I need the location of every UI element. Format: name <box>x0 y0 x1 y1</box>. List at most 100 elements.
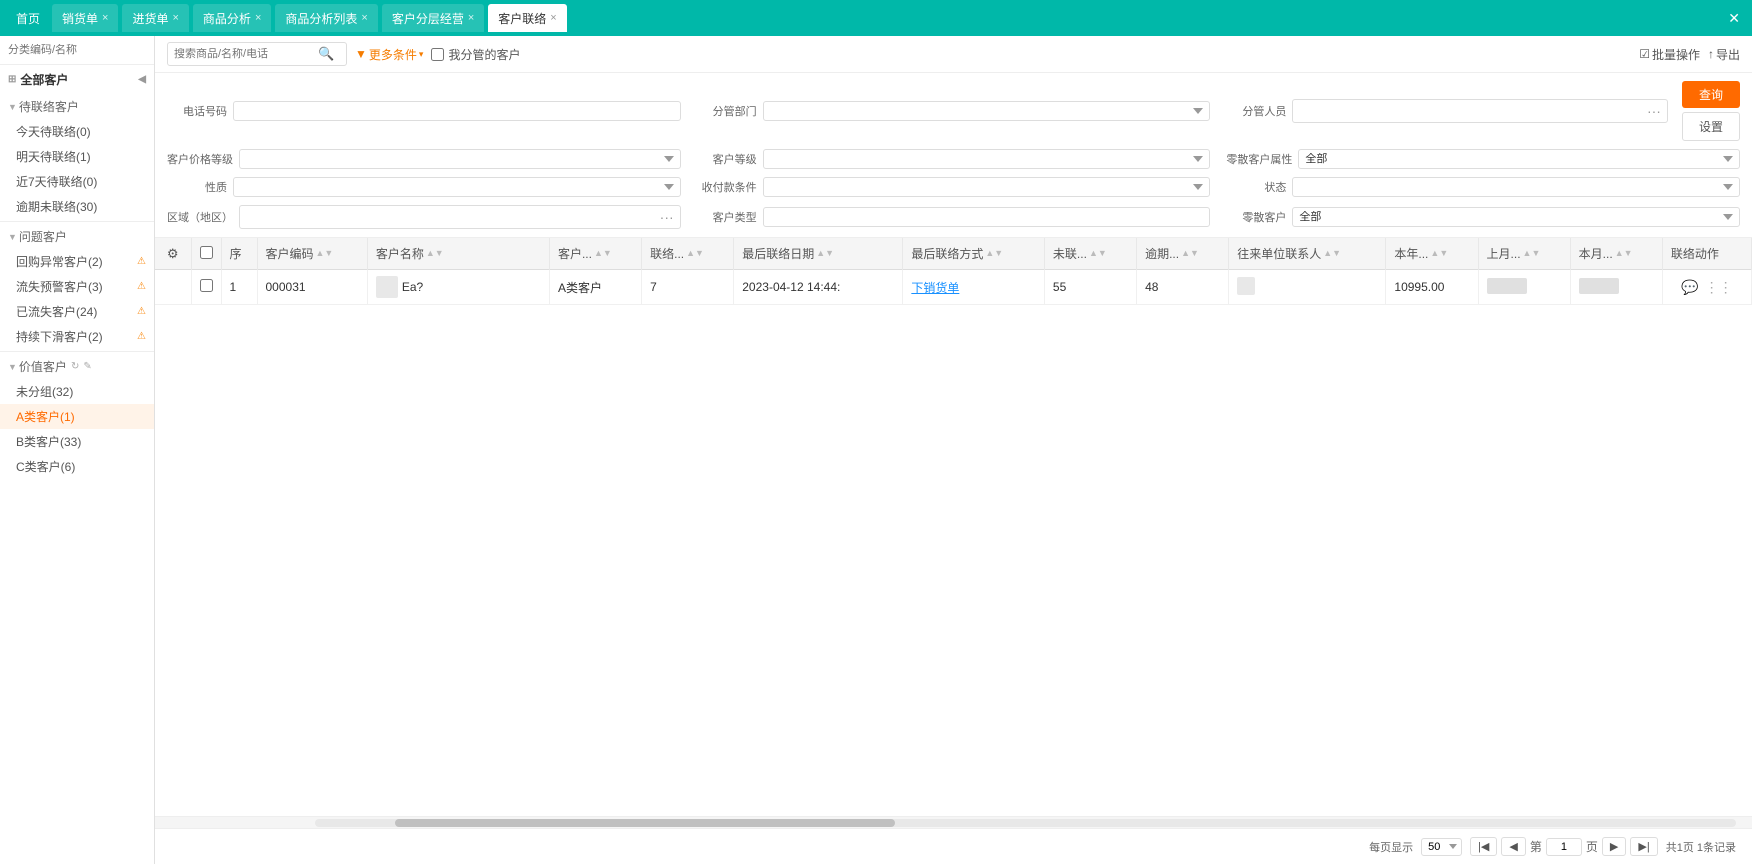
sidebar-item-class-b[interactable]: B类客户(33) <box>0 429 154 454</box>
sidebar-item-tomorrow[interactable]: 明天待联络(1) <box>0 144 154 169</box>
tab-purchase[interactable]: 进货单 × <box>122 4 188 32</box>
close-product-analysis-list-tab[interactable]: × <box>361 12 367 24</box>
sort-date-icon: ▲▼ <box>816 249 834 258</box>
settings-button[interactable]: 设置 <box>1682 112 1740 141</box>
table-row: 1 000031 Ea? A类客户 7 2023-04 <box>155 270 1752 305</box>
price-level-select[interactable] <box>239 149 681 169</box>
row-index: 1 <box>221 270 257 305</box>
gear-icon[interactable]: ⚙ <box>167 246 179 261</box>
refresh-icon[interactable]: ↻ <box>71 361 79 372</box>
search-input[interactable] <box>174 48 314 60</box>
sidebar-item-today[interactable]: 今天待联络(0) <box>0 119 154 144</box>
export-btn[interactable]: ↑ 导出 <box>1708 46 1740 63</box>
search-icon[interactable]: 🔍 <box>318 46 334 62</box>
last-page-btn[interactable]: ▶| <box>1630 837 1657 856</box>
sidebar-item-overdue[interactable]: 逾期未联络(30) <box>0 194 154 219</box>
row-current-month <box>1570 270 1662 305</box>
sort-method-icon: ▲▼ <box>985 249 1003 258</box>
col-last-date[interactable]: 最后联络日期 ▲▼ <box>734 238 903 270</box>
more-conditions-btn[interactable]: ▼ 更多条件 ▾ <box>355 46 423 63</box>
query-button[interactable]: 查询 <box>1682 81 1740 108</box>
next-page-btn[interactable]: ▶ <box>1602 837 1626 856</box>
status-select[interactable] <box>1292 177 1740 197</box>
sidebar-item-declining[interactable]: 持续下滑客户(2) ⚠ <box>0 324 154 349</box>
close-customer-contact-tab[interactable]: × <box>550 12 556 24</box>
last-method-link[interactable]: 下销货单 <box>911 281 959 295</box>
payment-select[interactable] <box>763 177 1211 197</box>
all-customers-header[interactable]: ⊞ 全部客户 ◀ <box>0 65 154 94</box>
customer-table: ⚙ 序 客户编码 ▲▼ <box>155 238 1752 305</box>
customer-name-text: Ea? <box>402 280 423 294</box>
col-no-contact[interactable]: 未联... ▲▼ <box>1044 238 1136 270</box>
col-code[interactable]: 客户编码 ▲▼ <box>257 238 367 270</box>
close-purchase-tab[interactable]: × <box>172 12 178 24</box>
row-overdue: 48 <box>1137 270 1229 305</box>
col-name[interactable]: 客户名称 ▲▼ <box>367 238 549 270</box>
row-last-method[interactable]: 下销货单 <box>903 270 1045 305</box>
close-sales-tab[interactable]: × <box>102 12 108 24</box>
dept-select[interactable] <box>763 101 1211 121</box>
col-overdue[interactable]: 逾期... ▲▼ <box>1137 238 1229 270</box>
edit-value-group-icon[interactable]: ✎ <box>83 361 91 372</box>
select-all-checkbox[interactable] <box>200 246 213 259</box>
retail-select[interactable]: 全部 <box>1292 207 1740 227</box>
group-problem-customers: ▼ 问题客户 <box>0 224 154 249</box>
col-last-method[interactable]: 最后联络方式 ▲▼ <box>903 238 1045 270</box>
sidebar-collapse-icon[interactable]: ◀ <box>138 74 146 85</box>
col-current-year[interactable]: 本年... ▲▼ <box>1386 238 1478 270</box>
region-input[interactable]: ··· <box>239 205 681 229</box>
col-last-month[interactable]: 上月... ▲▼ <box>1478 238 1570 270</box>
tab-customer-segment[interactable]: 客户分层经营 × <box>382 4 484 32</box>
page-number-input[interactable] <box>1546 838 1582 856</box>
sidebar-search-input[interactable] <box>8 44 150 56</box>
sidebar-item-repurchase-abnormal[interactable]: 回购异常客户(2) ⚠ <box>0 249 154 274</box>
sidebar-item-class-c[interactable]: C类客户(6) <box>0 454 154 479</box>
scrollbar-thumb[interactable] <box>395 819 895 827</box>
customer-level-select[interactable] <box>763 149 1211 169</box>
close-customer-segment-tab[interactable]: × <box>468 12 474 24</box>
row-action-btns: 💬 ⋮⋮ <box>1671 279 1743 296</box>
sidebar-item-churn-warning[interactable]: 流失预警客户(3) ⚠ <box>0 274 154 299</box>
batch-op-btn[interactable]: ☑ 批量操作 <box>1639 46 1700 63</box>
filter-price-level: 客户价格等级 <box>167 149 681 169</box>
filter-manager-actions: 分管人员 ··· 查询 设置 <box>1226 81 1740 141</box>
tab-sales[interactable]: 销货单 × <box>52 4 118 32</box>
sidebar-item-unclassified[interactable]: 未分组(32) <box>0 379 154 404</box>
customer-type-input[interactable] <box>763 207 1211 227</box>
manager-dots-icon[interactable]: ··· <box>1647 103 1661 119</box>
more-action-icon[interactable]: ⋮⋮ <box>1705 279 1733 296</box>
col-gear[interactable]: ⚙ <box>155 238 191 270</box>
filter-region: 区域（地区） ··· <box>167 205 681 229</box>
col-contact-count[interactable]: 联络... ▲▼ <box>642 238 734 270</box>
close-product-analysis-tab[interactable]: × <box>255 12 261 24</box>
current-month-bar <box>1579 278 1619 294</box>
window-close-button[interactable]: ✕ <box>1724 6 1744 31</box>
sidebar-item-churned[interactable]: 已流失客户(24) ⚠ <box>0 299 154 324</box>
tab-product-analysis[interactable]: 商品分析 × <box>193 4 271 32</box>
manager-input[interactable]: ··· <box>1292 99 1668 123</box>
tab-product-analysis-list[interactable]: 商品分析列表 × <box>275 4 377 32</box>
col-level[interactable]: 客户... ▲▼ <box>549 238 641 270</box>
warn-icon-declining: ⚠ <box>137 331 146 342</box>
row-contact-person <box>1229 270 1386 305</box>
scrollbar-track <box>315 819 1736 827</box>
region-dots-icon[interactable]: ··· <box>660 209 674 225</box>
sidebar-item-7days[interactable]: 近7天待联络(0) <box>0 169 154 194</box>
retail-attr-select[interactable]: 全部 <box>1298 149 1740 169</box>
per-page-select[interactable]: 50 <box>1421 838 1462 856</box>
my-customers-checkbox[interactable]: 我分管的客户 <box>431 46 520 63</box>
tab-customer-contact[interactable]: 客户联络 × <box>488 4 566 32</box>
row-checkbox[interactable] <box>200 279 213 292</box>
my-customers-check[interactable] <box>431 48 444 61</box>
col-current-month[interactable]: 本月... ▲▼ <box>1570 238 1662 270</box>
nature-select[interactable] <box>233 177 681 197</box>
sidebar-item-class-a[interactable]: A类客户(1) <box>0 404 154 429</box>
nav-home[interactable]: 首页 <box>8 10 48 27</box>
search-box[interactable]: 🔍 <box>167 42 347 66</box>
horizontal-scrollbar[interactable] <box>155 816 1752 828</box>
phone-input[interactable] <box>233 101 681 121</box>
first-page-btn[interactable]: |◀ <box>1470 837 1497 856</box>
contact-action-icon[interactable]: 💬 <box>1681 279 1698 296</box>
prev-page-btn[interactable]: ◀ <box>1501 837 1525 856</box>
col-contact-person[interactable]: 往来单位联系人 ▲▼ <box>1229 238 1386 270</box>
